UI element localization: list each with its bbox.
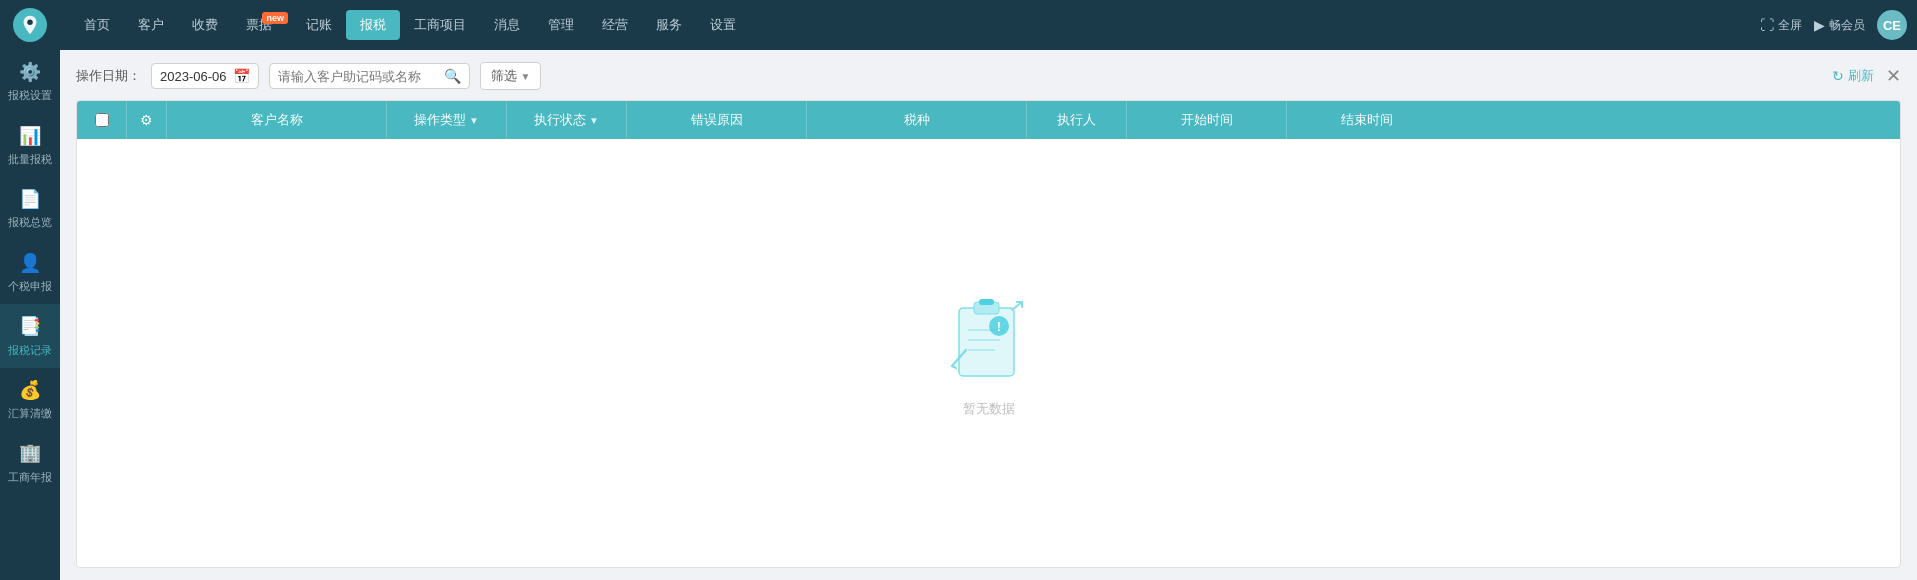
nav-fuwu[interactable]: 服务 bbox=[642, 10, 696, 40]
video-icon: ▶ bbox=[1814, 17, 1825, 33]
close-button[interactable]: ✕ bbox=[1886, 67, 1901, 85]
sidebar-item-baoshuishezhi[interactable]: ⚙️ 报税设置 bbox=[0, 50, 60, 114]
refresh-icon: ↻ bbox=[1832, 68, 1844, 84]
settings-icon: ⚙ bbox=[140, 112, 153, 128]
nav-jingying[interactable]: 经营 bbox=[588, 10, 642, 40]
huisuanqingsuan-icon: 💰 bbox=[19, 378, 41, 403]
empty-text: 暂无数据 bbox=[963, 400, 1015, 418]
th-operation-type[interactable]: 操作类型 ▼ bbox=[387, 101, 507, 139]
filter-label: 筛选 bbox=[491, 67, 517, 85]
th-end-time: 结束时间 bbox=[1287, 101, 1447, 139]
search-input[interactable] bbox=[278, 69, 438, 84]
calendar-icon: 📅 bbox=[233, 68, 250, 84]
chevron-down-icon: ▼ bbox=[521, 71, 531, 82]
sidebar-label-baoshujilu: 报税记录 bbox=[8, 343, 52, 358]
th-checkbox[interactable] bbox=[77, 101, 127, 139]
th-executor: 执行人 bbox=[1027, 101, 1127, 139]
search-icon: 🔍 bbox=[444, 68, 461, 84]
app-logo bbox=[13, 8, 47, 42]
nav-gongshangxiangmu[interactable]: 工商项目 bbox=[400, 10, 480, 40]
th-exec-status[interactable]: 执行状态 ▼ bbox=[507, 101, 627, 139]
sidebar-label-baoshuishezhi: 报税设置 bbox=[8, 88, 52, 103]
th-customer-name: 客户名称 bbox=[167, 101, 387, 139]
sidebar-item-huisuanqingsuan[interactable]: 💰 汇算清缴 bbox=[0, 368, 60, 432]
nav-guanli[interactable]: 管理 bbox=[534, 10, 588, 40]
th-settings[interactable]: ⚙ bbox=[127, 101, 167, 139]
sidebar-label-baoshuizonglan: 报税总览 bbox=[8, 215, 52, 230]
top-nav: 首页 客户 收费 票据 new 记账 报税 工商项目 消息 bbox=[60, 0, 1917, 50]
sidebar-label-geshuishenbao: 个税申报 bbox=[8, 279, 52, 294]
exec-status-filter-icon: ▼ bbox=[589, 115, 599, 126]
fullscreen-button[interactable]: ⛶ 全屏 bbox=[1760, 17, 1802, 34]
operation-type-filter-icon: ▼ bbox=[469, 115, 479, 126]
date-input[interactable]: 2023-06-06 📅 bbox=[151, 63, 259, 89]
nav-piaoju[interactable]: 票据 new bbox=[232, 10, 292, 40]
piliangbaoshui-icon: 📊 bbox=[19, 124, 41, 149]
nav-customer[interactable]: 客户 bbox=[124, 10, 178, 40]
toolbar-right: ↻ 刷新 ✕ bbox=[1832, 67, 1901, 85]
empty-illustration: ! bbox=[944, 288, 1034, 388]
logo-area bbox=[0, 0, 60, 50]
svg-point-0 bbox=[27, 20, 33, 26]
nav-shoufei[interactable]: 收费 bbox=[178, 10, 232, 40]
nav-xiaoxi[interactable]: 消息 bbox=[480, 10, 534, 40]
fullscreen-icon: ⛶ bbox=[1760, 17, 1774, 33]
nav-baoshui[interactable]: 报税 bbox=[346, 10, 400, 40]
empty-state: ! 暂无数据 bbox=[944, 288, 1034, 418]
svg-line-11 bbox=[1012, 302, 1022, 310]
baoshujilu-icon: 📑 bbox=[19, 314, 41, 339]
select-all-checkbox[interactable] bbox=[95, 113, 109, 127]
nav-shezhi[interactable]: 设置 bbox=[696, 10, 750, 40]
baoshuishezhi-icon: ⚙️ bbox=[19, 60, 41, 85]
th-start-time: 开始时间 bbox=[1127, 101, 1287, 139]
nav-items: 首页 客户 收费 票据 new 记账 报税 工商项目 消息 bbox=[70, 10, 1760, 40]
filter-button[interactable]: 筛选 ▼ bbox=[480, 62, 542, 90]
table-container: ⚙ 客户名称 操作类型 ▼ 执行状态 ▼ 错误原因 税种 bbox=[76, 100, 1901, 568]
nav-home[interactable]: 首页 bbox=[70, 10, 124, 40]
svg-line-10 bbox=[952, 366, 956, 368]
table-body: ! 暂无数据 bbox=[77, 139, 1900, 567]
sidebar-item-baoshujilu[interactable]: 📑 报税记录 bbox=[0, 304, 60, 368]
user-avatar[interactable]: CE bbox=[1877, 10, 1907, 40]
baoshuizonglan-icon: 📄 bbox=[19, 187, 41, 212]
svg-rect-3 bbox=[979, 299, 994, 305]
content-area: 操作日期： 2023-06-06 📅 🔍 筛选 ▼ ↻ 刷新 ✕ bbox=[60, 50, 1917, 580]
member-button[interactable]: ▶ 畅会员 bbox=[1814, 17, 1865, 34]
geshuishenbao-icon: 👤 bbox=[19, 251, 41, 276]
sidebar-label-huisuanqingsuan: 汇算清缴 bbox=[8, 406, 52, 421]
sidebar-label-gongshangnianb: 工商年报 bbox=[8, 470, 52, 485]
refresh-button[interactable]: ↻ 刷新 bbox=[1832, 67, 1874, 85]
sidebar-label-piliangbaoshui: 批量报税 bbox=[8, 152, 52, 167]
search-input-wrap[interactable]: 🔍 bbox=[269, 63, 470, 89]
main-area: 首页 客户 收费 票据 new 记账 报税 工商项目 消息 bbox=[60, 0, 1917, 580]
svg-rect-1 bbox=[959, 308, 1014, 376]
nav-right: ⛶ 全屏 ▶ 畅会员 CE bbox=[1760, 10, 1907, 40]
gongshangnianb-icon: 🏢 bbox=[19, 441, 41, 466]
svg-text:!: ! bbox=[996, 319, 1000, 334]
date-value: 2023-06-06 bbox=[160, 69, 227, 84]
sidebar-item-baoshuizonglan[interactable]: 📄 报税总览 bbox=[0, 177, 60, 241]
toolbar: 操作日期： 2023-06-06 📅 🔍 筛选 ▼ ↻ 刷新 ✕ bbox=[76, 62, 1901, 90]
th-tax-type: 税种 bbox=[807, 101, 1027, 139]
nav-jizhang[interactable]: 记账 bbox=[292, 10, 346, 40]
piaoju-badge: new bbox=[262, 12, 288, 24]
date-label: 操作日期： bbox=[76, 67, 141, 85]
sidebar: ⚙️ 报税设置 📊 批量报税 📄 报税总览 👤 个税申报 📑 报税记录 💰 汇算… bbox=[0, 0, 60, 580]
table-header: ⚙ 客户名称 操作类型 ▼ 执行状态 ▼ 错误原因 税种 bbox=[77, 101, 1900, 139]
sidebar-item-geshuishenbao[interactable]: 👤 个税申报 bbox=[0, 241, 60, 305]
sidebar-item-piliangbaoshui[interactable]: 📊 批量报税 bbox=[0, 114, 60, 178]
th-error-reason: 错误原因 bbox=[627, 101, 807, 139]
sidebar-item-gongshangnianb[interactable]: 🏢 工商年报 bbox=[0, 431, 60, 495]
